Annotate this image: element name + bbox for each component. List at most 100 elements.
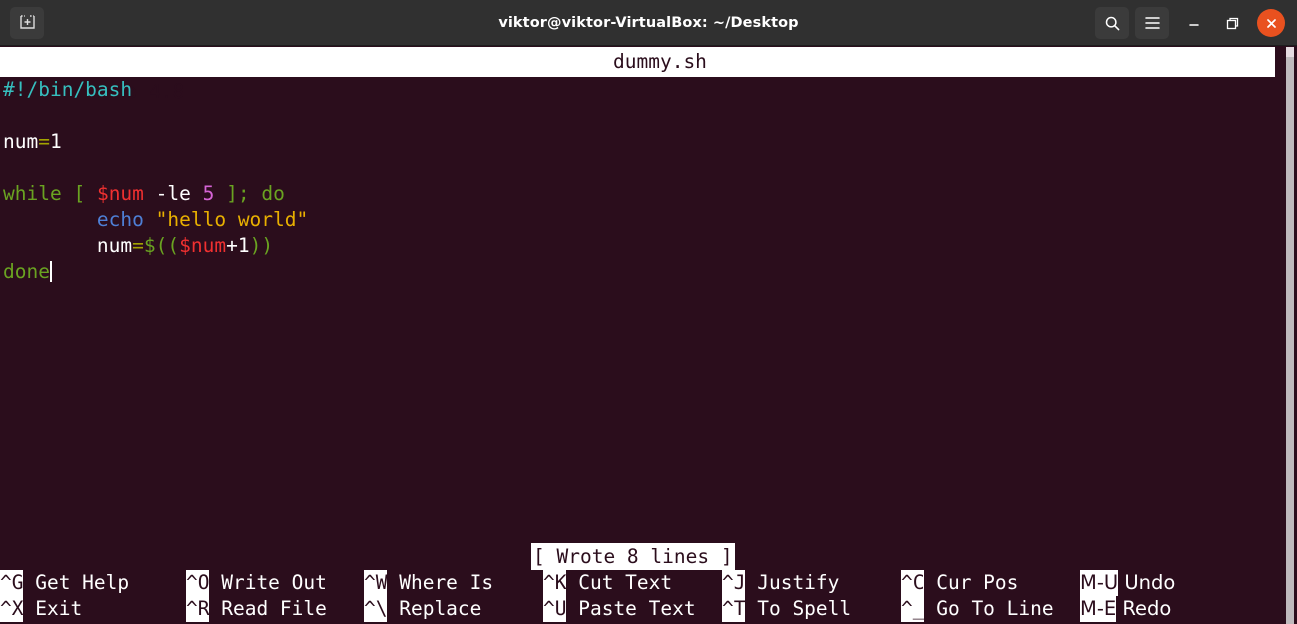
new-tab-icon — [19, 15, 35, 29]
code-token: #!/bin/bash — [3, 78, 133, 101]
shortcut-item[interactable]: ^R Read File — [186, 596, 327, 622]
shortcut-item[interactable]: M-U Undo — [1080, 570, 1175, 596]
code-token: $num — [96, 182, 144, 205]
shortcut-column: ^J Justify ^T To Spell — [722, 570, 851, 622]
shortcut-label: Where Is — [387, 571, 494, 594]
shortcut-label: Cut Text — [566, 571, 673, 594]
code-token: "hello world" — [155, 208, 309, 231]
shortcut-key: ^K — [543, 570, 567, 596]
shortcut-item[interactable]: ^O Write Out — [186, 570, 327, 596]
code-token: echo — [96, 208, 144, 231]
new-tab-button[interactable] — [10, 6, 44, 39]
code-token: $(( — [143, 234, 180, 257]
shortcut-key: ^C — [901, 570, 925, 596]
shortcut-column: ^W Where Is ^\ Replace — [364, 570, 493, 622]
status-message: [ Wrote 8 lines ] — [531, 543, 735, 570]
code-token: while — [3, 182, 62, 205]
shortcut-column: ^K Cut Text ^U Paste Text — [543, 570, 696, 622]
shortcut-column: M-U Undo M-E Redo — [1080, 570, 1175, 622]
shortcut-item[interactable]: ^\ Replace — [364, 596, 493, 622]
shortcut-item[interactable]: ^X Exit — [0, 596, 129, 622]
shortcut-column: ^G Get Help ^X Exit — [0, 570, 129, 622]
shortcut-item[interactable]: ^G Get Help — [0, 570, 129, 596]
code-token: num — [96, 234, 133, 257]
scrollbar-track[interactable] — [1286, 47, 1294, 624]
shortcut-label: Exit — [23, 597, 83, 620]
shortcut-key: M-E — [1080, 596, 1117, 622]
maximize-icon — [1226, 17, 1238, 29]
shortcut-label: Write Out — [209, 571, 327, 594]
shortcut-label: Cur Pos — [924, 571, 1019, 594]
code-token: $num — [179, 234, 227, 257]
shortcut-label: Get Help — [23, 571, 130, 594]
editor-line: while [ $num -le 5 ]; do — [0, 181, 1275, 207]
editor-line: #!/bin/bash — [0, 77, 1275, 103]
shortcut-item[interactable]: ^_ Go To Line — [901, 596, 1054, 622]
shortcut-label: Go To Line — [924, 597, 1054, 620]
code-token: = — [132, 234, 144, 257]
code-token: )) — [249, 234, 274, 257]
shortcut-key: ^W — [364, 570, 388, 596]
shortcut-item[interactable]: M-E Redo — [1080, 596, 1175, 622]
shortcut-label: Replace — [387, 597, 482, 620]
code-token: 1 — [49, 130, 62, 153]
search-button[interactable] — [1095, 7, 1129, 39]
code-token: ]; — [226, 182, 250, 205]
nano-filename-label: dummy.sh — [613, 50, 707, 73]
shortcut-item[interactable]: ^C Cur Pos — [901, 570, 1054, 596]
shortcut-label: Redo — [1116, 597, 1172, 620]
text-cursor — [49, 261, 52, 282]
shortcut-column: ^C Cur Pos ^_ Go To Line — [901, 570, 1054, 622]
nano-shortcut-bar: ^G Get Help ^X Exit ^O Write Out ^R Read Fi… — [0, 570, 1275, 624]
shortcut-item[interactable]: ^K Cut Text — [543, 570, 696, 596]
editor-line: num=1 — [0, 129, 1275, 155]
close-button[interactable] — [1257, 9, 1285, 37]
close-icon — [1266, 18, 1276, 28]
code-token: done — [3, 260, 50, 283]
shortcut-key: ^R — [186, 596, 210, 622]
editor-line: num=$(($num+1)) — [0, 233, 1275, 259]
shortcut-label: Justify — [745, 571, 840, 594]
editor-line: echo "hello world" — [0, 207, 1275, 233]
shortcut-key: ^\ — [364, 596, 388, 622]
shortcut-key: ^_ — [901, 596, 925, 622]
editor-line: done — [0, 259, 1275, 285]
menu-button[interactable] — [1135, 7, 1169, 39]
shortcut-item[interactable]: ^U Paste Text — [543, 596, 696, 622]
code-token: 5 — [202, 182, 215, 205]
shortcut-key: ^T — [722, 596, 746, 622]
minimize-button[interactable] — [1175, 0, 1213, 46]
minimize-icon — [1189, 24, 1199, 26]
code-token: +1 — [226, 234, 250, 257]
shortcut-column: ^O Write Out ^R Read File — [186, 570, 327, 622]
shortcut-item[interactable]: ^J Justify — [722, 570, 851, 596]
window-titlebar: viktor@viktor-VirtualBox: ~/Desktop — [0, 0, 1297, 46]
hamburger-menu-icon — [1144, 17, 1160, 29]
shortcut-label: Paste Text — [566, 597, 696, 620]
code-token: = — [38, 130, 50, 153]
code-token: -le — [155, 182, 191, 205]
titlebar-controls — [1095, 0, 1297, 46]
shortcut-key: ^O — [186, 570, 210, 596]
editor-text-area[interactable]: #!/bin/bash num=1 while [ $num -le 5 ]; … — [0, 77, 1275, 539]
scrollbar-thumb[interactable] — [1286, 47, 1294, 57]
shortcut-key: ^G — [0, 570, 24, 596]
search-icon — [1105, 16, 1119, 30]
shortcut-item[interactable]: ^W Where Is — [364, 570, 493, 596]
shortcut-label: Undo — [1118, 571, 1176, 594]
shortcut-item[interactable]: ^T To Spell — [722, 596, 851, 622]
shortcut-key: ^X — [0, 596, 24, 622]
code-token: num — [3, 130, 39, 153]
nano-header-bar: GNU nano 4.8 dummy.sh — [0, 47, 1275, 103]
maximize-button[interactable] — [1213, 0, 1251, 46]
